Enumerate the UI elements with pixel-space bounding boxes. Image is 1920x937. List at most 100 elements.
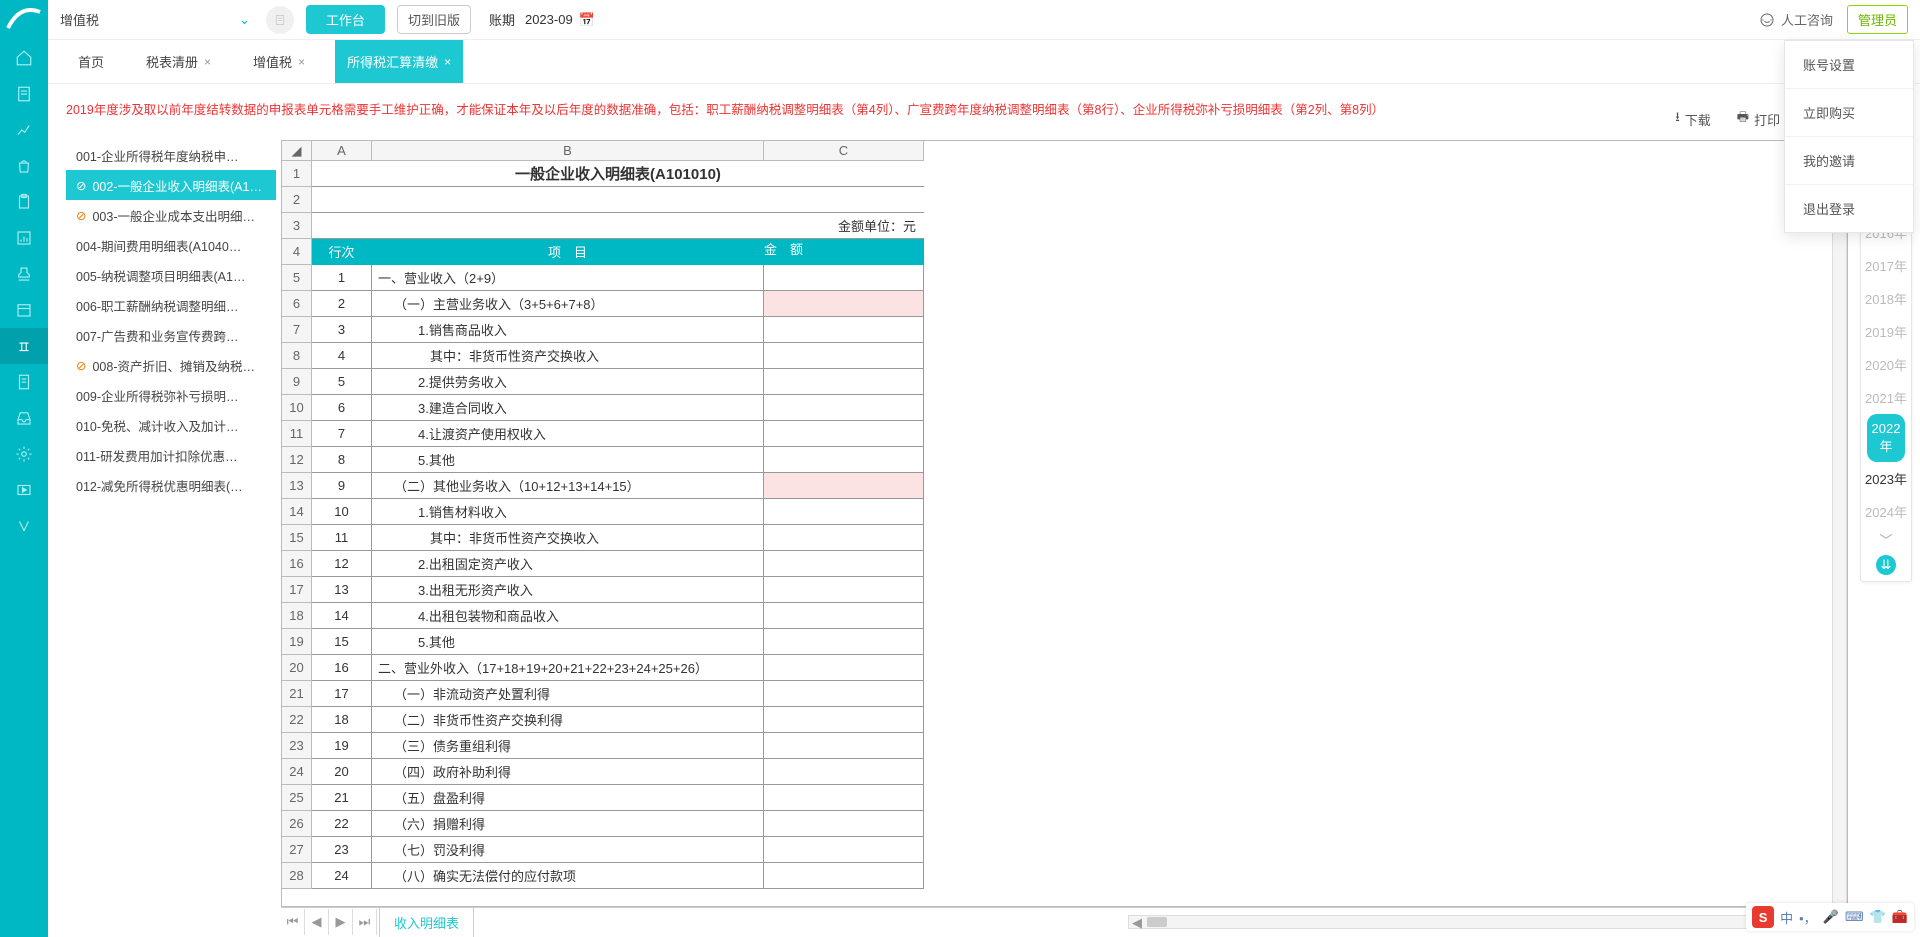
nav-calendar-icon[interactable]: [0, 292, 48, 328]
cell-rownum[interactable]: 3: [312, 317, 372, 343]
cell-amount[interactable]: [764, 603, 924, 629]
consult-link[interactable]: 人工咨询: [1759, 10, 1833, 29]
row-number[interactable]: 10: [282, 395, 312, 421]
year-more-button[interactable]: ⇊: [1861, 551, 1911, 575]
doc-list-item[interactable]: 004-期间费用明细表(A1040…: [66, 230, 276, 260]
sheet-nav-prev-icon[interactable]: ◀: [305, 909, 329, 935]
cell-item[interactable]: （二）其他业务收入（10+12+13+14+15）: [372, 473, 764, 499]
tab-增值税[interactable]: 增值税×: [241, 40, 317, 83]
cell-amount[interactable]: [764, 343, 924, 369]
col-header-b[interactable]: B: [372, 141, 764, 161]
cell-amount[interactable]: [764, 369, 924, 395]
cell-amount[interactable]: [764, 733, 924, 759]
user-menu-item[interactable]: 立即购买: [1785, 89, 1913, 137]
row-number[interactable]: 14: [282, 499, 312, 525]
cell-amount[interactable]: [764, 499, 924, 525]
cell-rownum[interactable]: 21: [312, 785, 372, 811]
cell-item[interactable]: 5.其他: [372, 447, 764, 473]
year-option[interactable]: 2020年: [1861, 348, 1911, 381]
cell-item[interactable]: （五）盘盈利得: [372, 785, 764, 811]
workbench-button[interactable]: 工作台: [306, 5, 385, 34]
cell-rownum[interactable]: 18: [312, 707, 372, 733]
row-number[interactable]: 19: [282, 629, 312, 655]
user-menu-item[interactable]: 我的邀请: [1785, 137, 1913, 185]
doc-list-item[interactable]: ⊘008-资产折旧、摊销及纳税…: [66, 350, 276, 380]
row-number[interactable]: 2: [282, 187, 312, 213]
cell-amount[interactable]: [764, 707, 924, 733]
sheet-tab[interactable]: 收入明细表: [379, 907, 474, 937]
close-icon[interactable]: ×: [298, 55, 305, 69]
download-button[interactable]: ⭳ 下载: [1675, 108, 1711, 130]
cell-item[interactable]: （六）捐赠利得: [372, 811, 764, 837]
print-button[interactable]: 🖶 打印: [1737, 108, 1780, 130]
year-option[interactable]: 2017年: [1861, 249, 1911, 282]
tab-首页[interactable]: 首页: [66, 40, 116, 83]
year-option[interactable]: 2019年: [1861, 315, 1911, 348]
cell-rownum[interactable]: 14: [312, 603, 372, 629]
sheet-nav-first-icon[interactable]: ⏮: [281, 909, 305, 935]
ime-mic-icon[interactable]: 🎤: [1823, 909, 1839, 925]
row-number[interactable]: 11: [282, 421, 312, 447]
nav-receipt-icon[interactable]: [0, 364, 48, 400]
tab-税表清册[interactable]: 税表清册×: [134, 40, 223, 83]
cell-rownum[interactable]: 19: [312, 733, 372, 759]
cell-rownum[interactable]: 2: [312, 291, 372, 317]
cell-amount[interactable]: [764, 681, 924, 707]
nav-home-icon[interactable]: [0, 40, 48, 76]
cell-item[interactable]: 3.出租无形资产收入: [372, 577, 764, 603]
cell-amount[interactable]: [764, 759, 924, 785]
nav-stamp-icon[interactable]: [0, 256, 48, 292]
switch-old-button[interactable]: 切到旧版: [397, 5, 471, 34]
cell-item[interactable]: （四）政府补助利得: [372, 759, 764, 785]
tab-所得税汇算清缴[interactable]: 所得税汇算清缴×: [335, 40, 463, 83]
cell-rownum[interactable]: 1: [312, 265, 372, 291]
nav-video-icon[interactable]: [0, 472, 48, 508]
row-number[interactable]: 5: [282, 265, 312, 291]
doc-list-item[interactable]: 010-免税、减计收入及加计…: [66, 410, 276, 440]
row-number[interactable]: 21: [282, 681, 312, 707]
cell-amount[interactable]: [764, 421, 924, 447]
cell-amount[interactable]: [764, 551, 924, 577]
cell-amount[interactable]: [764, 525, 924, 551]
ime-keyboard-icon[interactable]: ⌨: [1845, 909, 1864, 925]
row-number[interactable]: 15: [282, 525, 312, 551]
cell-item[interactable]: 3.建造合同收入: [372, 395, 764, 421]
cell-item[interactable]: 二、营业外收入（17+18+19+20+21+22+23+24+25+26）: [372, 655, 764, 681]
nav-settings-icon[interactable]: [0, 436, 48, 472]
row-number[interactable]: 18: [282, 603, 312, 629]
cell-rownum[interactable]: 6: [312, 395, 372, 421]
cell-item[interactable]: 1.销售材料收入: [372, 499, 764, 525]
row-number[interactable]: 28: [282, 863, 312, 889]
nav-doc-icon[interactable]: [0, 76, 48, 112]
sheet-nav-last-icon[interactable]: ⏭: [353, 909, 377, 935]
cell-amount[interactable]: [764, 291, 924, 317]
doc-list-item[interactable]: 006-职工薪酬纳税调整明细…: [66, 290, 276, 320]
row-number[interactable]: 9: [282, 369, 312, 395]
cell-amount[interactable]: [764, 655, 924, 681]
cell-rownum[interactable]: 24: [312, 863, 372, 889]
cell-amount[interactable]: [764, 265, 924, 291]
close-icon[interactable]: ×: [444, 55, 451, 69]
doc-list-item[interactable]: 005-纳税调整项目明细表(A1…: [66, 260, 276, 290]
year-down-icon[interactable]: ﹀: [1861, 528, 1911, 551]
cell-item[interactable]: （八）确实无法偿付的应付款项: [372, 863, 764, 889]
nav-chart-icon[interactable]: [0, 112, 48, 148]
cell-rownum[interactable]: 8: [312, 447, 372, 473]
cell-amount[interactable]: [764, 447, 924, 473]
cell-item[interactable]: 其中：非货币性资产交换收入: [372, 343, 764, 369]
horizontal-scrollbar[interactable]: ◀ ▶: [1128, 915, 1848, 929]
doc-list-item[interactable]: ⊘002-一般企业收入明细表(A1…: [66, 170, 276, 200]
cell-item[interactable]: （七）罚没利得: [372, 837, 764, 863]
cell-item[interactable]: 其中：非货币性资产交换收入: [372, 525, 764, 551]
cell-rownum[interactable]: 10: [312, 499, 372, 525]
row-number[interactable]: 24: [282, 759, 312, 785]
cell-amount[interactable]: [764, 317, 924, 343]
cell-item[interactable]: （二）非货币性资产交换利得: [372, 707, 764, 733]
sheet-nav-next-icon[interactable]: ▶: [329, 909, 353, 935]
cell-amount[interactable]: [764, 395, 924, 421]
ime-badge[interactable]: S: [1752, 906, 1774, 928]
nav-bag-icon[interactable]: [0, 148, 48, 184]
cell-item[interactable]: 1.销售商品收入: [372, 317, 764, 343]
row-number[interactable]: 13: [282, 473, 312, 499]
cell-rownum[interactable]: 4: [312, 343, 372, 369]
